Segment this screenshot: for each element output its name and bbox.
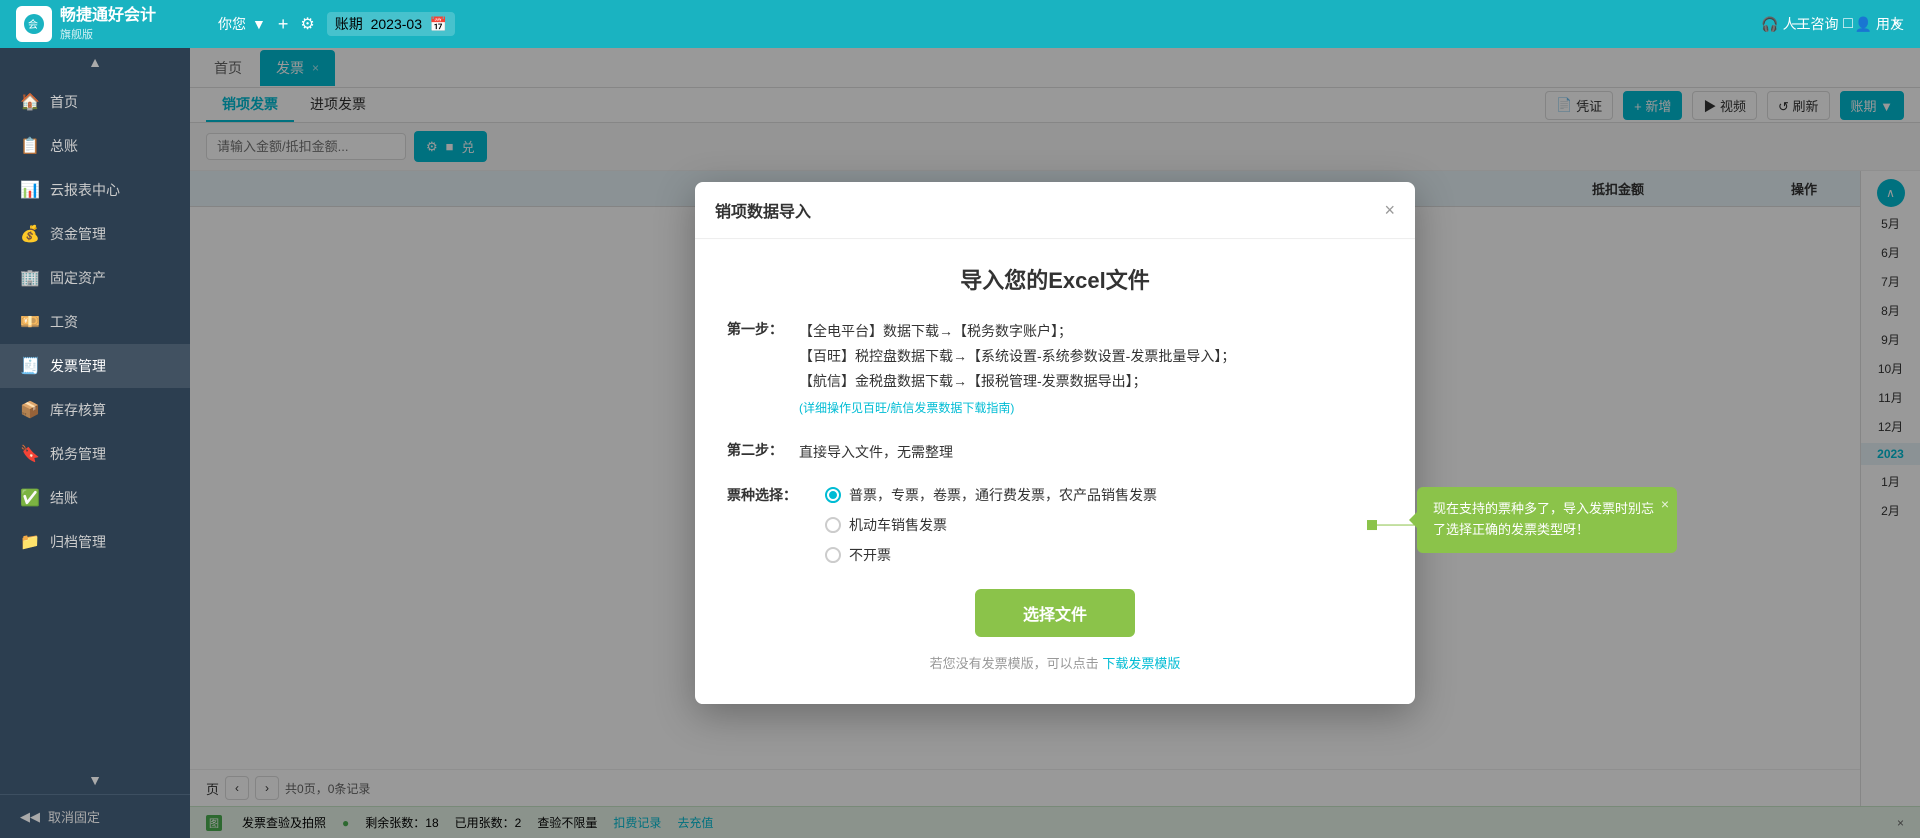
logo: 会 畅捷通好会计 旗舰版 [16,6,206,42]
sidebar-label-payroll: 工资 [50,312,78,332]
home-icon: 🏠 [20,92,40,112]
sidebar-item-invoice[interactable]: 🧾 发票管理 [0,344,190,388]
sidebar-label-tax: 税务管理 [50,444,106,464]
assets-icon: 🏢 [20,268,40,288]
sidebar: ▲ 🏠 首页 📋 总账 📊 云报表中心 💰 资金管理 [0,48,190,838]
sidebar-item-archive[interactable]: 📁 归档管理 [0,520,190,564]
radio-group: 普票，专票，卷票，通行费发票，农产品销售发票 机动车销售发票 [825,485,1157,565]
radio-normal[interactable]: 普票，专票，卷票，通行费发票，农产品销售发票 [825,485,1157,505]
radio-normal-label: 普票，专票，卷票，通行费发票，农产品销售发票 [849,485,1157,505]
sidebar-item-ledger[interactable]: 📋 总账 [0,124,190,168]
company-name: 你您 [218,14,246,34]
svg-text:会: 会 [28,18,38,31]
step2-label: 第二步： [727,440,787,465]
ticket-label: 票种选择： [727,485,797,505]
step1-label: 第一步： [727,319,787,420]
period-badge: 账期 2023-03 📅 [327,12,456,36]
reports-icon: 📊 [20,180,40,200]
step-1: 第一步： 【全电平台】数据下载→【税务数字账户】； 【百旺】税控盘数据下载→【系… [727,319,1383,420]
sidebar-scroll-down[interactable]: ▼ [0,766,190,794]
logo-text: 畅捷通好会计 [60,6,156,25]
sidebar-cancel-pin[interactable]: ◀◀ 取消固定 [0,794,190,838]
sidebar-label-reports: 云报表中心 [50,180,120,200]
step1-line1: 【全电平台】数据下载→【税务数字账户】； [799,319,1235,344]
main-layout: ▲ 🏠 首页 📋 总账 📊 云报表中心 💰 资金管理 [0,48,1920,838]
sidebar-item-funds[interactable]: 💰 资金管理 [0,212,190,256]
step2-content: 直接导入文件，无需整理 [799,440,953,465]
step1-line2: 【百旺】税控盘数据下载→【系统设置-系统参数设置-发票批量导入】； [799,344,1235,369]
settings-icon[interactable]: ⚙ [300,14,314,34]
close-window-button[interactable]: × [1872,0,1920,48]
tooltip-popup: × 现在支持的票种多了，导入发票时别忘了选择正确的发票类型呀！ [1417,487,1677,553]
tax-icon: 🔖 [20,444,40,464]
tooltip-dot [1367,520,1377,530]
funds-icon: 💰 [20,224,40,244]
sidebar-item-home[interactable]: 🏠 首页 [0,80,190,124]
sidebar-label-assets: 固定资产 [50,268,106,288]
maximize-button[interactable]: □ [1824,0,1872,48]
payroll-icon: 💴 [20,312,40,332]
pin-icon: ◀◀ [20,809,40,825]
modal-close-button[interactable]: × [1384,201,1395,219]
logo-icon: 会 [16,6,52,42]
inventory-icon: 📦 [20,400,40,420]
content-area: 首页 发票 × 销项发票 进项发票 📄 凭证 [190,48,1920,838]
sidebar-menu: 🏠 首页 📋 总账 📊 云报表中心 💰 资金管理 🏢 固定资产 [0,76,190,766]
archive-icon: 📁 [20,532,40,552]
radio-none-label: 不开票 [849,545,891,565]
sidebar-item-reports[interactable]: 📊 云报表中心 [0,168,190,212]
modal-footer: 若您没有发票模版，可以点击 下载发票模版 [727,653,1383,672]
company-selector[interactable]: 你您 ▼ [218,14,266,34]
minimize-button[interactable]: — [1776,0,1824,48]
tooltip-anchor: × 现在支持的票种多了，导入发票时别忘了选择正确的发票类型呀！ [1367,517,1377,533]
download-template-link[interactable]: 下载发票模版 [1102,656,1180,671]
sidebar-label-archive: 归档管理 [50,532,106,552]
sidebar-item-payroll[interactable]: 💴 工资 [0,300,190,344]
import-modal: 销项数据导入 × 导入您的Excel文件 第一步： 【全电平台】数据下载→【税务… [695,182,1415,704]
select-file-button[interactable]: 选择文件 [975,589,1135,637]
tooltip-text: 现在支持的票种多了，导入发票时别忘了选择正确的发票类型呀！ [1433,501,1654,537]
sidebar-item-assets[interactable]: 🏢 固定资产 [0,256,190,300]
modal-header: 销项数据导入 × [695,182,1415,239]
sidebar-label-ledger: 总账 [50,136,78,156]
settlement-icon: ✅ [20,488,40,508]
sidebar-item-tax[interactable]: 🔖 税务管理 [0,432,190,476]
sidebar-item-inventory[interactable]: 📦 库存核算 [0,388,190,432]
logo-sub: 旗舰版 [60,26,156,42]
modal-main-title: 导入您的Excel文件 [727,263,1383,295]
add-button[interactable]: + [278,14,289,35]
sidebar-scroll-up[interactable]: ▲ [0,48,190,76]
sidebar-label-settlement: 结账 [50,488,78,508]
sidebar-label-funds: 资金管理 [50,224,106,244]
invoice-icon: 🧾 [20,356,40,376]
sidebar-label-home: 首页 [50,92,78,112]
sidebar-label-invoice: 发票管理 [50,356,106,376]
radio-motor-circle [825,517,841,533]
ticket-select: 票种选择： 普票，专票，卷票，通行费发票，农产品销售发票 机动车销售发票 [727,485,1383,565]
radio-motor[interactable]: 机动车销售发票 × 现在支持的票种多了，导入发票时别忘了选择正确的发票类型呀！ [825,515,1157,535]
step1-line3: 【航信】金税盘数据下载→【报税管理-发票数据导出】； [799,369,1235,394]
ledger-icon: 📋 [20,136,40,156]
tooltip-close[interactable]: × [1661,493,1669,515]
top-bar: 会 畅捷通好会计 旗舰版 你您 ▼ + ⚙ 账期 2023-03 📅 🎧 人工咨… [0,0,1920,48]
radio-normal-circle [825,487,841,503]
step-2: 第二步： 直接导入文件，无需整理 [727,440,1383,465]
radio-none-circle [825,547,841,563]
modal-title: 销项数据导入 [715,198,811,222]
modal-body: 导入您的Excel文件 第一步： 【全电平台】数据下载→【税务数字账户】； 【百… [695,239,1415,704]
sidebar-item-settlement[interactable]: ✅ 结账 [0,476,190,520]
dropdown-icon: ▼ [252,16,266,32]
sidebar-label-inventory: 库存核算 [50,400,106,420]
step1-content: 【全电平台】数据下载→【税务数字账户】； 【百旺】税控盘数据下载→【系统设置-系… [799,319,1235,420]
radio-motor-label: 机动车销售发票 [849,515,947,535]
window-controls: — □ × [1776,0,1920,48]
radio-none[interactable]: 不开票 [825,545,1157,565]
radio-normal-dot [829,491,837,499]
guide-link[interactable]: (详细操作见百旺/航信发票数据下载指南) [799,401,1014,415]
